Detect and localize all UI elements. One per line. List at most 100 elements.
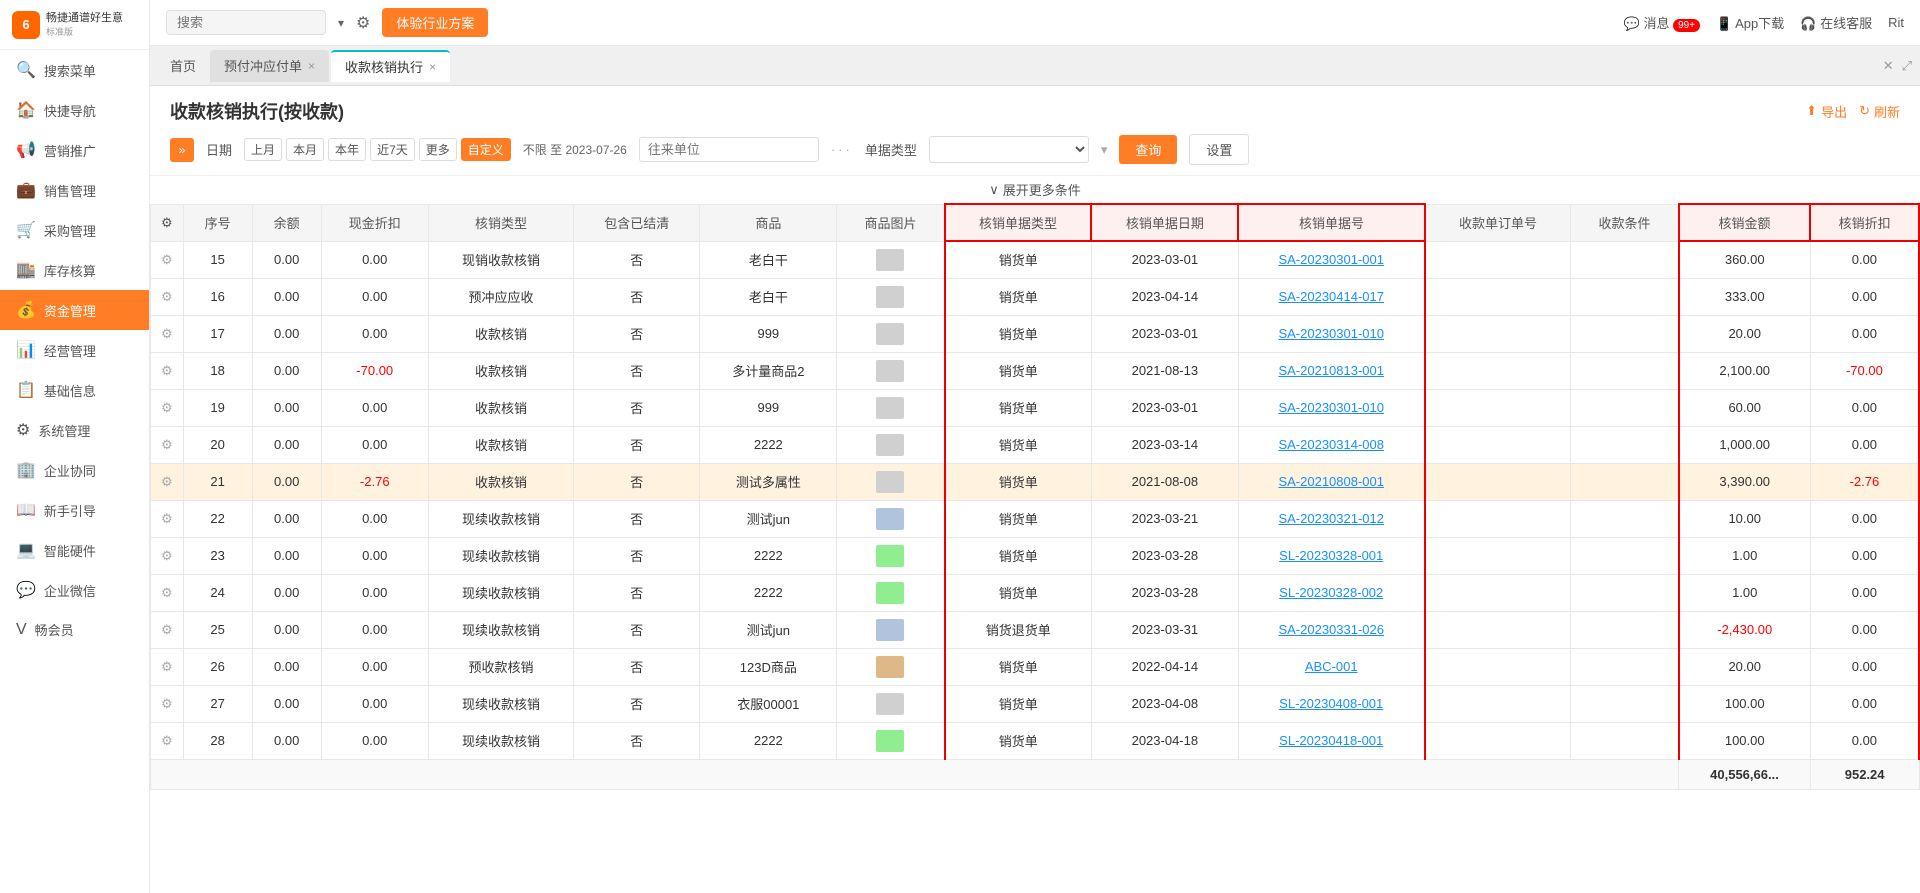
cell-bill-no[interactable]: SA-20230314-008 bbox=[1238, 426, 1424, 463]
tab-prepay-close[interactable]: × bbox=[308, 59, 315, 73]
sidebar-label-purchase: 采购管理 bbox=[44, 221, 96, 240]
bill-type-select[interactable] bbox=[929, 136, 1089, 163]
cell-bill-no[interactable]: SL-20230408-001 bbox=[1238, 685, 1424, 722]
cell-product: 老白干 bbox=[700, 278, 837, 315]
cell-verify-type: 现续收款核销 bbox=[428, 722, 573, 759]
search-input[interactable] bbox=[166, 10, 326, 35]
filter-settings-btn[interactable]: 设置 bbox=[1189, 134, 1249, 165]
cell-bill-no[interactable]: SL-20230328-001 bbox=[1238, 537, 1424, 574]
sidebar-item-wechat[interactable]: 💬企业微信 bbox=[0, 570, 149, 610]
dropdown-chevron[interactable]: ▾ bbox=[338, 16, 344, 30]
cell-gear[interactable]: ⚙ bbox=[151, 574, 184, 611]
cell-verify-discount: 0.00 bbox=[1810, 278, 1919, 315]
cell-gear[interactable]: ⚙ bbox=[151, 648, 184, 685]
cell-verify-type: 现续收款核销 bbox=[428, 574, 573, 611]
cell-gear[interactable]: ⚙ bbox=[151, 463, 184, 500]
cell-cash-discount: 0.00 bbox=[321, 611, 428, 648]
date-btn-7days[interactable]: 近7天 bbox=[370, 138, 415, 161]
cell-bill-no[interactable]: SA-20230301-010 bbox=[1238, 389, 1424, 426]
date-btn-custom[interactable]: 自定义 bbox=[461, 138, 511, 161]
app-download[interactable]: 📱 App下载 bbox=[1716, 13, 1784, 32]
filter-expand-btn[interactable]: » bbox=[170, 138, 194, 162]
cell-bill-type: 销货单 bbox=[945, 685, 1092, 722]
cell-gear[interactable]: ⚙ bbox=[151, 389, 184, 426]
cell-verify-amount: 20.00 bbox=[1679, 315, 1811, 352]
tab-receipt[interactable]: 收款核销执行 × bbox=[331, 50, 450, 82]
cell-gear[interactable]: ⚙ bbox=[151, 685, 184, 722]
tab-prepay[interactable]: 预付冲应付单 × bbox=[210, 50, 329, 82]
tab-close-all-icon[interactable]: ✕ bbox=[1883, 58, 1894, 74]
cell-bill-type: 销货单 bbox=[945, 352, 1092, 389]
sidebar-item-vip[interactable]: V畅会员 bbox=[0, 610, 149, 649]
cell-gear[interactable]: ⚙ bbox=[151, 426, 184, 463]
user-info[interactable]: Rit bbox=[1888, 15, 1904, 30]
tab-home[interactable]: 首页 bbox=[158, 50, 208, 81]
date-btn-this-month[interactable]: 本月 bbox=[286, 138, 324, 161]
cell-included: 否 bbox=[574, 315, 700, 352]
sidebar-item-finance[interactable]: 💰资金管理 bbox=[0, 290, 149, 330]
sidebar-item-system[interactable]: ⚙系统管理 bbox=[0, 410, 149, 450]
tab-maximize-icon[interactable]: ⤢ bbox=[1902, 58, 1912, 74]
sidebar-item-marketing[interactable]: 📢营销推广 bbox=[0, 130, 149, 170]
sidebar-item-quicknav[interactable]: 🏠快捷导航 bbox=[0, 90, 149, 130]
date-btn-last-month[interactable]: 上月 bbox=[244, 138, 282, 161]
sidebar-item-inventory[interactable]: 🏬库存核算 bbox=[0, 250, 149, 290]
cell-gear[interactable]: ⚙ bbox=[151, 352, 184, 389]
tab-receipt-close[interactable]: × bbox=[429, 60, 436, 74]
date-btn-this-year[interactable]: 本年 bbox=[328, 138, 366, 161]
cell-bill-no[interactable]: SA-20230301-001 bbox=[1238, 241, 1424, 278]
cell-bill-no[interactable]: ABC-001 bbox=[1238, 648, 1424, 685]
cell-verify-amount: 100.00 bbox=[1679, 685, 1811, 722]
page-header: 收款核销执行(按收款) ⬆ 导出 ↻ 刷新 bbox=[150, 86, 1920, 124]
cell-bill-no[interactable]: SL-20230418-001 bbox=[1238, 722, 1424, 759]
cell-no: 16 bbox=[183, 278, 252, 315]
cell-no: 20 bbox=[183, 426, 252, 463]
cell-bill-type: 销货单 bbox=[945, 463, 1092, 500]
sidebar-icon-system: ⚙ bbox=[16, 420, 30, 440]
cell-gear[interactable]: ⚙ bbox=[151, 241, 184, 278]
sidebar-item-basic[interactable]: 📋基础信息 bbox=[0, 370, 149, 410]
sidebar-item-corp[interactable]: 🏢企业协同 bbox=[0, 450, 149, 490]
sidebar-item-sales[interactable]: 💼销售管理 bbox=[0, 170, 149, 210]
cell-balance: 0.00 bbox=[252, 463, 321, 500]
cell-bill-no[interactable]: SA-20210813-001 bbox=[1238, 352, 1424, 389]
col-gear[interactable]: ⚙ bbox=[151, 204, 184, 241]
sidebar-item-ops[interactable]: 📊经营管理 bbox=[0, 330, 149, 370]
cell-gear[interactable]: ⚙ bbox=[151, 500, 184, 537]
cell-gear[interactable]: ⚙ bbox=[151, 278, 184, 315]
date-btn-more[interactable]: 更多 bbox=[419, 138, 457, 161]
cell-receipt-cond bbox=[1571, 278, 1679, 315]
data-table-container[interactable]: ⚙ 序号 余额 现金折扣 核销类型 包含已结清 商品 商品图片 核销单据类型 核… bbox=[150, 203, 1920, 893]
search-btn[interactable]: 查询 bbox=[1119, 135, 1177, 164]
cell-verify-discount: 0.00 bbox=[1810, 315, 1919, 352]
cell-bill-no[interactable]: SA-20210808-001 bbox=[1238, 463, 1424, 500]
sidebar-item-purchase[interactable]: 🛒采购管理 bbox=[0, 210, 149, 250]
cell-verify-amount: 10.00 bbox=[1679, 500, 1811, 537]
cell-receipt-order bbox=[1425, 315, 1571, 352]
sidebar-item-hardware[interactable]: 💻智能硬件 bbox=[0, 530, 149, 570]
partner-input[interactable] bbox=[639, 137, 819, 162]
sidebar-item-guide[interactable]: 📖新手引导 bbox=[0, 490, 149, 530]
expand-more-bar[interactable]: ∨ 展开更多条件 bbox=[150, 175, 1920, 203]
cell-gear[interactable]: ⚙ bbox=[151, 722, 184, 759]
cell-bill-no[interactable]: SA-20230331-026 bbox=[1238, 611, 1424, 648]
table-row: ⚙ 24 0.00 0.00 现续收款核销 否 2222 销货单 2023-03… bbox=[151, 574, 1920, 611]
footer-label bbox=[151, 759, 1679, 789]
cell-bill-no[interactable]: SA-20230301-010 bbox=[1238, 315, 1424, 352]
gear-icon[interactable]: ⚙ bbox=[356, 13, 370, 33]
industry-btn[interactable]: 体验行业方案 bbox=[382, 8, 488, 37]
sidebar-item-search[interactable]: 🔍搜索菜单 bbox=[0, 50, 149, 90]
export-btn[interactable]: ⬆ 导出 bbox=[1806, 102, 1847, 121]
cell-gear[interactable]: ⚙ bbox=[151, 315, 184, 352]
cell-product-img bbox=[837, 352, 945, 389]
refresh-btn[interactable]: ↻ 刷新 bbox=[1859, 102, 1900, 121]
cell-bill-no[interactable]: SL-20230328-002 bbox=[1238, 574, 1424, 611]
sidebar: 6 畅捷通谱好生意 标准版 🔍搜索菜单🏠快捷导航📢营销推广💼销售管理🛒采购管理🏬… bbox=[0, 0, 150, 893]
cell-bill-no[interactable]: SA-20230414-017 bbox=[1238, 278, 1424, 315]
online-service[interactable]: 🎧 在线客服 bbox=[1800, 13, 1872, 32]
cell-gear[interactable]: ⚙ bbox=[151, 537, 184, 574]
cell-verify-type: 现续收款核销 bbox=[428, 611, 573, 648]
cell-bill-no[interactable]: SA-20230321-012 bbox=[1238, 500, 1424, 537]
cell-gear[interactable]: ⚙ bbox=[151, 611, 184, 648]
message-icon[interactable]: 💬 消息 99+ bbox=[1624, 13, 1700, 32]
